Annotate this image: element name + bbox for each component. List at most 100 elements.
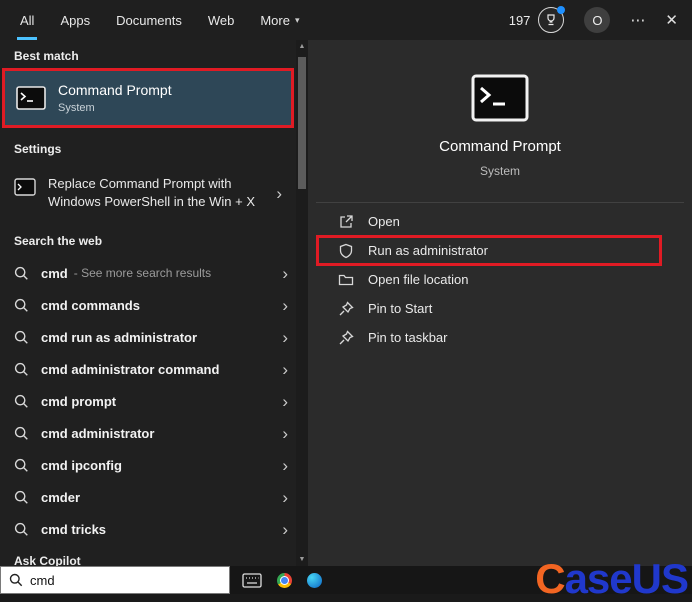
search-icon: [14, 298, 28, 312]
command-prompt-large-icon: [471, 74, 529, 122]
action-pin-to-taskbar[interactable]: Pin to taskbar: [308, 323, 692, 352]
tab-apps[interactable]: Apps: [60, 0, 90, 40]
suggestion-text: cmder: [41, 489, 81, 505]
chevron-right-icon: ›: [282, 327, 288, 347]
action-label: Pin to taskbar: [368, 330, 448, 345]
rewards-icon[interactable]: [538, 6, 566, 33]
best-match-title: Command Prompt: [58, 82, 172, 98]
tab-apps-label: Apps: [60, 12, 91, 28]
avatar-letter: O: [592, 12, 603, 28]
taskbar-search-box[interactable]: [0, 566, 230, 594]
action-label: Run as administrator: [368, 243, 488, 258]
search-top-bar: All Apps Documents Web More ▾ 197 O ⋯ ✕: [0, 0, 692, 40]
search-icon: [14, 426, 28, 440]
command-prompt-icon: [16, 86, 46, 110]
chevron-down-icon: ▾: [294, 14, 300, 25]
taskbar-search-input[interactable]: [30, 572, 200, 588]
folder-icon: [338, 272, 354, 288]
chevron-right-icon: ›: [276, 183, 282, 203]
web-suggestion-cmd-administrator[interactable]: cmd administrator ›: [0, 417, 296, 449]
action-label: Open file location: [368, 272, 469, 287]
chevron-right-icon: ›: [282, 391, 288, 411]
web-suggestion-cmder[interactable]: cmder ›: [0, 481, 296, 513]
search-icon: [14, 266, 28, 280]
chevron-right-icon: ›: [282, 487, 288, 507]
section-header-search-web: Search the web: [14, 234, 103, 249]
preview-panel: Command Prompt System Open Run as admini…: [308, 40, 692, 566]
tab-all-label: All: [20, 12, 35, 28]
scrollbar-track[interactable]: [296, 53, 308, 553]
search-icon: [14, 522, 28, 536]
pin-icon: [338, 300, 354, 317]
suggestion-text: cmd ipconfig: [41, 457, 122, 473]
web-suggestion-cmd-ipconfig[interactable]: cmd ipconfig ›: [0, 449, 296, 481]
filter-tabs: All Apps Documents Web More ▾: [0, 0, 300, 40]
search-icon: [14, 330, 28, 344]
web-suggestion-cmd-run-as-administrator[interactable]: cmd run as administrator ›: [0, 321, 296, 353]
action-run-as-administrator[interactable]: Run as administrator: [308, 235, 692, 266]
notification-dot: [557, 6, 566, 14]
options-ellipsis-button[interactable]: ⋯: [630, 11, 645, 29]
close-icon[interactable]: ✕: [665, 11, 678, 29]
section-header-ask-copilot: Ask Copilot: [14, 554, 81, 566]
tab-all[interactable]: All: [16, 0, 39, 40]
tab-web[interactable]: Web: [208, 0, 235, 40]
web-suggestion-cmd-tricks[interactable]: cmd tricks ›: [0, 513, 296, 545]
preview-subtitle: System: [479, 164, 520, 178]
section-header-settings: Settings: [14, 142, 62, 156]
search-icon: [9, 573, 23, 587]
left-panel-scrollbar[interactable]: ▲ ▼: [296, 40, 308, 566]
tab-documents[interactable]: Documents: [116, 0, 182, 40]
action-label: Pin to Start: [368, 301, 433, 316]
powershell-setting-icon: [14, 178, 36, 196]
web-suggestion-cmd-prompt[interactable]: cmd prompt ›: [0, 385, 296, 417]
scroll-down-icon[interactable]: ▼: [299, 553, 306, 566]
chevron-right-icon: ›: [282, 423, 288, 443]
chevron-right-icon: ›: [282, 359, 288, 379]
tab-documents-label: Documents: [116, 12, 182, 28]
chrome-icon[interactable]: [277, 572, 292, 588]
preview-title: Command Prompt: [439, 138, 561, 155]
touch-keyboard-icon[interactable]: [242, 572, 262, 588]
pin-icon: [338, 329, 354, 346]
action-pin-to-start[interactable]: Pin to Start: [308, 294, 692, 323]
search-icon: [14, 458, 28, 472]
suggestion-text: cmd commands: [41, 297, 140, 313]
chevron-right-icon: ›: [282, 263, 288, 283]
web-suggestion-cmd[interactable]: cmd - See more search results ›: [0, 257, 296, 289]
rewards-count: 197: [508, 12, 531, 28]
action-open-file-location[interactable]: Open file location: [308, 265, 692, 294]
chevron-right-icon: ›: [282, 295, 288, 315]
search-icon: [14, 362, 28, 376]
admin-shield-icon: [338, 243, 354, 259]
search-icon: [14, 394, 28, 408]
taskbar-icons: [230, 566, 322, 594]
tab-more[interactable]: More ▾: [260, 0, 299, 40]
search-results-panel: Best match Command Prompt System Setting…: [0, 40, 308, 566]
preview-divider: [316, 202, 684, 203]
scroll-up-icon[interactable]: ▲: [299, 40, 306, 53]
scrollbar-thumb[interactable]: [298, 57, 306, 189]
suggestion-text: cmd: [41, 265, 68, 281]
action-open[interactable]: Open: [308, 207, 692, 236]
web-suggestion-cmd-commands[interactable]: cmd commands ›: [0, 289, 296, 321]
topbar-right-cluster: 197 O ⋯ ✕: [508, 6, 692, 33]
account-avatar[interactable]: O: [584, 7, 611, 33]
chevron-right-icon: ›: [282, 519, 288, 539]
action-list: Open Run as administrator Open file loca…: [308, 207, 692, 352]
settings-result-item[interactable]: Replace Command Prompt with Windows Powe…: [0, 167, 296, 219]
trophy-icon: [547, 14, 556, 26]
open-icon: [338, 214, 354, 230]
best-match-item[interactable]: Command Prompt System: [4, 71, 292, 125]
settings-result-label: Replace Command Prompt with Windows Powe…: [48, 176, 256, 210]
suggestion-text: cmd prompt: [41, 393, 117, 409]
action-label: Open: [368, 214, 400, 229]
tab-web-label: Web: [207, 12, 235, 28]
search-icon: [14, 490, 28, 504]
suggestion-text: cmd administrator command: [41, 361, 220, 377]
web-suggestion-cmd-administrator-command[interactable]: cmd administrator command ›: [0, 353, 296, 385]
edge-icon[interactable]: [307, 572, 322, 588]
suggestion-text: cmd run as administrator: [41, 329, 198, 345]
section-header-best-match: Best match: [14, 49, 79, 63]
chevron-right-icon: ›: [282, 455, 288, 475]
